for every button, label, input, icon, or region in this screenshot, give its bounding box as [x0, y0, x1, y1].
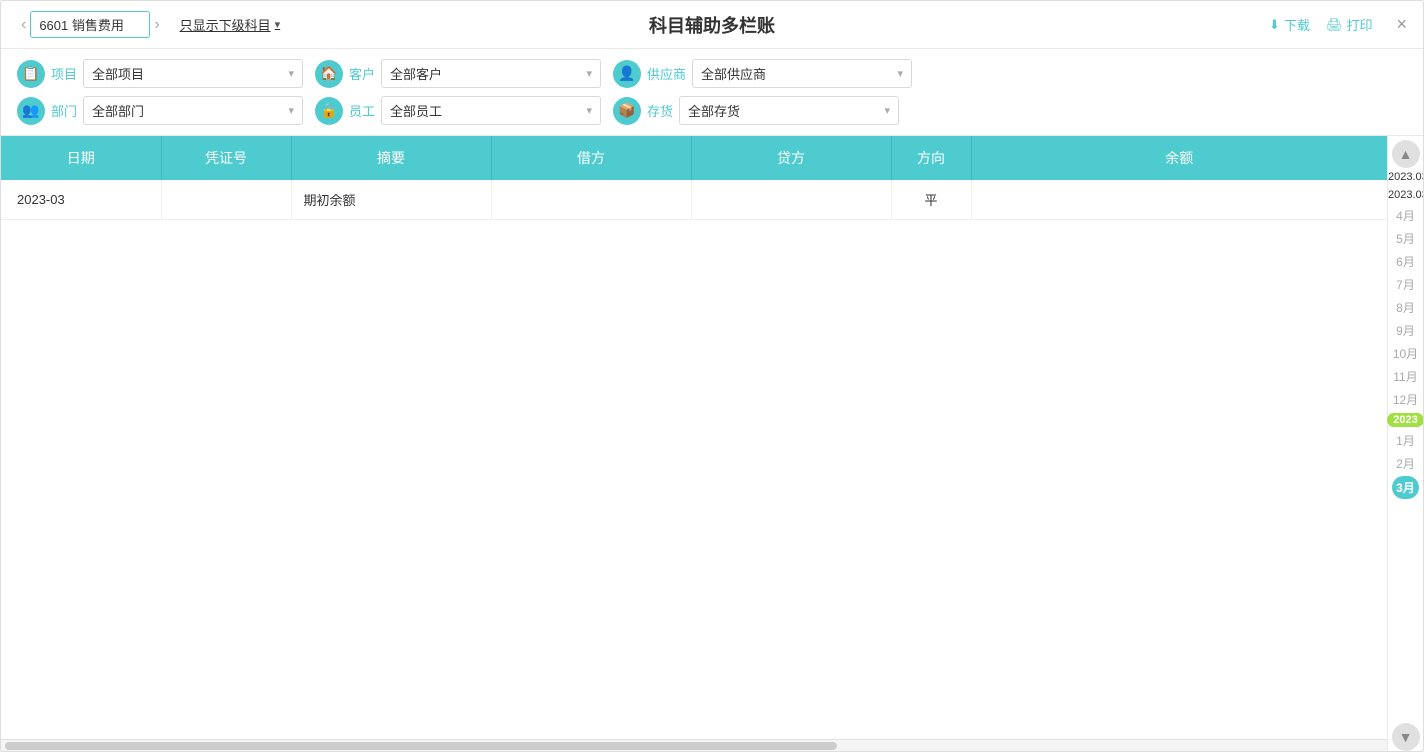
dept-select[interactable]: 全部部门 ▾ — [83, 96, 303, 125]
employee-icon: 🔒 — [315, 97, 343, 125]
cell-voucher — [161, 180, 291, 220]
project-arrow: ▾ — [288, 67, 294, 80]
sidebar-item-10[interactable]: 10月 — [1388, 342, 1423, 365]
employee-filter-item: 🔒 员工 全部员工 ▾ — [315, 96, 601, 125]
supplier-label: 供应商 — [647, 64, 686, 83]
project-label: 项目 — [51, 64, 77, 83]
table-area: 日期 凭证号 摘要 借方 贷方 方向 余额 2023-03 期初余额 — [1, 136, 1387, 739]
project-select[interactable]: 全部项目 ▾ — [83, 59, 303, 88]
col-balance: 余额 — [971, 136, 1387, 180]
supplier-arrow: ▾ — [898, 67, 904, 80]
cell-balance — [971, 180, 1387, 220]
top-actions: ⬇ 下载 🖨 打印 × — [1269, 14, 1407, 35]
col-direction: 方向 — [891, 136, 971, 180]
cell-debit — [491, 180, 691, 220]
customer-icon: 🏠 — [315, 60, 343, 88]
project-icon: 📋 — [17, 60, 45, 88]
supplier-select[interactable]: 全部供应商 ▾ — [692, 59, 912, 88]
sidebar-item-4[interactable]: 4月 — [1388, 204, 1423, 227]
inventory-arrow: ▾ — [885, 104, 891, 117]
dept-filter-item: 👥 部门 全部部门 ▾ — [17, 96, 303, 125]
inventory-icon: 📦 — [613, 97, 641, 125]
download-button[interactable]: ⬇ 下载 — [1269, 15, 1310, 34]
col-summary: 摘要 — [291, 136, 491, 180]
next-button[interactable]: › — [150, 16, 163, 34]
supplier-icon: 👤 — [613, 60, 641, 88]
table-header-row: 日期 凭证号 摘要 借方 贷方 方向 余额 — [1, 136, 1387, 180]
sidebar-scroll-up[interactable]: ▲ — [1392, 140, 1420, 168]
dept-arrow: ▾ — [288, 104, 294, 117]
filter-row-1: 📋 项目 全部项目 ▾ 🏠 客户 全部客户 ▾ 👤 供应商 — [17, 59, 1407, 88]
supplier-filter-item: 👤 供应商 全部供应商 ▾ — [613, 59, 912, 88]
cell-summary: 期初余额 — [291, 180, 491, 220]
sidebar-item-2[interactable]: 2月 — [1388, 452, 1423, 475]
year-badge-2023[interactable]: 2023 — [1387, 413, 1423, 427]
sidebar-item-5[interactable]: 5月 — [1388, 227, 1423, 250]
employee-arrow: ▾ — [587, 104, 593, 117]
show-sub-button[interactable]: 只显示下级科目 ▾ — [180, 15, 281, 34]
close-button[interactable]: × — [1396, 14, 1407, 35]
col-voucher: 凭证号 — [161, 136, 291, 180]
sidebar-item-8[interactable]: 8月 — [1388, 296, 1423, 319]
employee-select[interactable]: 全部员工 ▾ — [381, 96, 601, 125]
h-scrollbar-thumb[interactable] — [5, 742, 837, 750]
print-icon: 🖨 — [1326, 17, 1343, 33]
col-date: 日期 — [1, 136, 161, 180]
cell-credit — [691, 180, 891, 220]
employee-label: 员工 — [349, 101, 375, 120]
sidebar-item-6[interactable]: 6月 — [1388, 250, 1423, 273]
cell-date: 2023-03 — [1, 180, 161, 220]
sidebar-item-9[interactable]: 9月 — [1388, 319, 1423, 342]
sidebar-item-7[interactable]: 7月 — [1388, 273, 1423, 296]
dept-icon: 👥 — [17, 97, 45, 125]
inventory-label: 存货 — [647, 101, 673, 120]
col-credit: 贷方 — [691, 136, 891, 180]
inventory-select[interactable]: 全部存货 ▾ — [679, 96, 899, 125]
sidebar-item-12[interactable]: 12月 — [1388, 388, 1423, 411]
page-title: 科目辅助多栏账 — [649, 12, 775, 38]
sidebar-item-2023-03-2[interactable]: 2023.03 — [1388, 186, 1423, 204]
account-code[interactable]: 6601 销售费用 — [30, 11, 150, 38]
show-sub-arrow: ▾ — [275, 18, 281, 31]
table-row: 2023-03 期初余额 平 — [1, 180, 1387, 220]
customer-filter-item: 🏠 客户 全部客户 ▾ — [315, 59, 601, 88]
sidebar-item-2023-03-1[interactable]: 2023.03 — [1388, 168, 1423, 186]
customer-label: 客户 — [349, 64, 375, 83]
download-icon: ⬇ — [1269, 17, 1280, 33]
sidebar-item-3-active[interactable]: 3月 — [1392, 476, 1419, 499]
project-filter-item: 📋 项目 全部项目 ▾ — [17, 59, 303, 88]
main-window: ‹ 6601 销售费用 › 只显示下级科目 ▾ 科目辅助多栏账 ⬇ 下载 🖨 打… — [0, 0, 1424, 752]
print-button[interactable]: 🖨 打印 — [1326, 15, 1373, 34]
inventory-filter-item: 📦 存货 全部存货 ▾ — [613, 96, 899, 125]
customer-select[interactable]: 全部客户 ▾ — [381, 59, 601, 88]
h-scrollbar[interactable] — [1, 739, 1387, 751]
data-table: 日期 凭证号 摘要 借方 贷方 方向 余额 2023-03 期初余额 — [1, 136, 1387, 220]
cell-direction: 平 — [891, 180, 971, 220]
sidebar-item-1[interactable]: 1月 — [1388, 429, 1423, 452]
filter-row-2: 👥 部门 全部部门 ▾ 🔒 员工 全部员工 ▾ 📦 存货 — [17, 96, 1407, 125]
filter-area: 📋 项目 全部项目 ▾ 🏠 客户 全部客户 ▾ 👤 供应商 — [1, 49, 1423, 136]
col-debit: 借方 — [491, 136, 691, 180]
right-sidebar: ▲ 2023.03 2023.03 4月 5月 6月 7月 8月 9月 10月 … — [1387, 136, 1423, 751]
sidebar-scroll-down[interactable]: ▼ — [1392, 723, 1420, 751]
prev-button[interactable]: ‹ — [17, 16, 30, 34]
top-bar: ‹ 6601 销售费用 › 只显示下级科目 ▾ 科目辅助多栏账 ⬇ 下载 🖨 打… — [1, 1, 1423, 49]
sidebar-item-11[interactable]: 11月 — [1388, 365, 1423, 388]
customer-arrow: ▾ — [587, 67, 593, 80]
dept-label: 部门 — [51, 101, 77, 120]
